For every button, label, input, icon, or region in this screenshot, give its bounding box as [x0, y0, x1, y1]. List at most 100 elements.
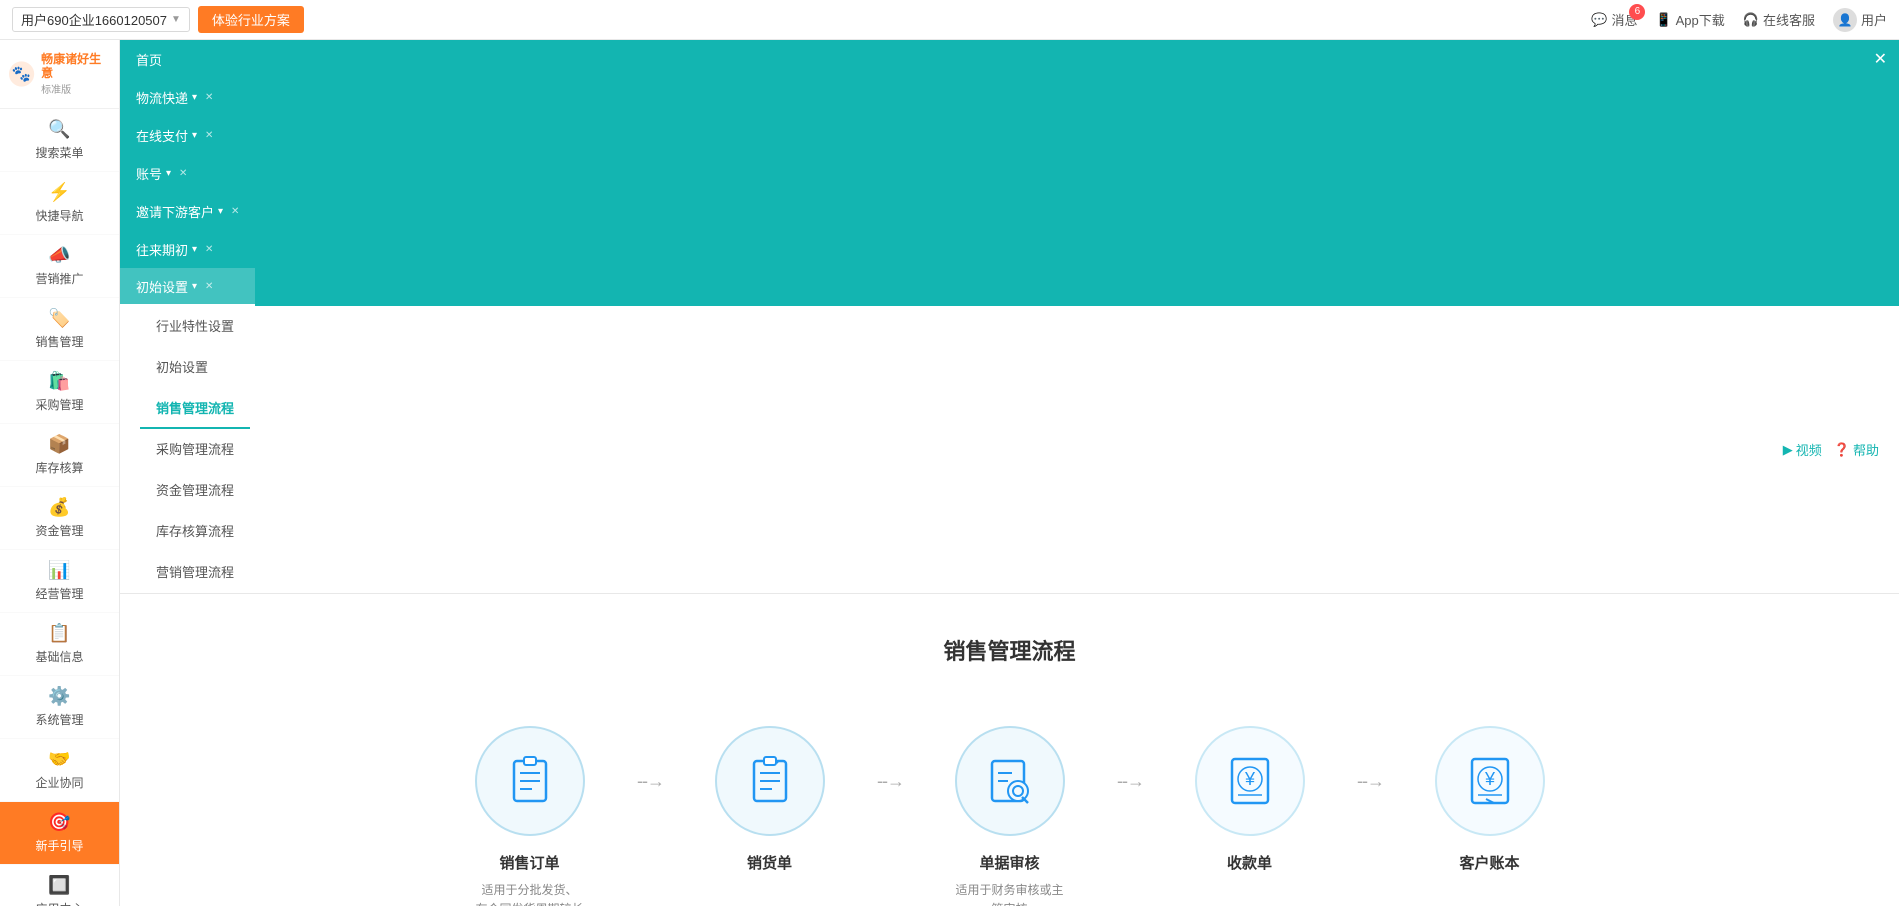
- enterprise-collab-icon: 🤝: [48, 749, 70, 770]
- video-link[interactable]: ▶ 视频: [1783, 440, 1822, 459]
- flow-circle-receipt[interactable]: ¥: [1195, 726, 1305, 836]
- nav-tab-close-initial-setup[interactable]: ✕: [205, 281, 213, 292]
- sidebar-item-label-inventory: 库存核算: [35, 459, 83, 476]
- inventory-icon: 📦: [48, 434, 70, 455]
- logo-area: 🐾 畅康诸好生意 标准版: [0, 40, 119, 109]
- sidebar-item-label-marketing-promo: 营销推广: [35, 270, 83, 287]
- sub-tab-sales-flow[interactable]: 销售管理流程: [140, 388, 250, 429]
- sub-tab-finance-flow[interactable]: 资金管理流程: [140, 470, 250, 511]
- help-link[interactable]: ❓ 帮助: [1834, 440, 1879, 459]
- sidebar-item-label-purchase-mgmt: 采购管理: [35, 396, 83, 413]
- marketing-promo-icon: 📣: [48, 245, 70, 266]
- sidebar-item-label-enterprise-collab: 企业协同: [35, 774, 83, 791]
- nav-tab-close-online-payment[interactable]: ✕: [205, 130, 213, 141]
- sidebar-item-finance-mgmt[interactable]: 💰 资金管理: [0, 487, 119, 550]
- flow-arrow-1: - - →: [860, 726, 920, 836]
- sidebar-item-purchase-mgmt[interactable]: 🛍️ 采购管理: [0, 361, 119, 424]
- question-icon: ❓: [1834, 442, 1850, 458]
- avatar: 👤: [1833, 8, 1857, 32]
- nav-tab-label-logistics: 物流快递: [136, 88, 188, 107]
- nav-tab-chevron-online-payment: ▾: [192, 130, 197, 141]
- svg-text:¥: ¥: [1243, 769, 1255, 789]
- logo-icon: 🐾: [8, 60, 35, 88]
- sub-tab-right-actions: ▶ 视频 ❓ 帮助: [1783, 440, 1879, 459]
- nav-tab-home[interactable]: 首页: [120, 40, 255, 78]
- purchase-mgmt-icon: 🛍️: [48, 371, 70, 392]
- sidebar-item-operations-mgmt[interactable]: 📊 经营管理: [0, 550, 119, 613]
- flow-step-desc-sales-order: 适用于分批发货、有合同发货周期较长（注：非必要流程）: [475, 881, 583, 906]
- user-item[interactable]: 👤 用户: [1833, 8, 1887, 32]
- nav-tab-chevron-logistics: ▾: [192, 92, 197, 103]
- sidebar-item-label-sales-mgmt: 销售管理: [35, 333, 83, 350]
- nav-tab-label-period-init: 往来期初: [136, 240, 188, 259]
- flow-circle-sales-order[interactable]: [475, 726, 585, 836]
- phone-icon: 📱: [1655, 12, 1671, 28]
- nav-tab-close-period-init[interactable]: ✕: [205, 244, 213, 255]
- new-guide-icon: 🎯: [48, 812, 70, 833]
- help-label: 帮助: [1853, 440, 1879, 459]
- sidebar-item-label-operations-mgmt: 经营管理: [35, 585, 83, 602]
- app-center-icon: 🔲: [48, 875, 70, 896]
- sub-tab-inventory-flow[interactable]: 库存核算流程: [140, 511, 250, 552]
- top-bar-left: 用户690企业1660120507 ▼ 体验行业方案: [12, 6, 304, 33]
- nav-tab-close-logistics[interactable]: ✕: [205, 92, 213, 103]
- message-badge: 6: [1629, 4, 1645, 20]
- user-selector[interactable]: 用户690企业1660120507 ▼: [12, 7, 190, 32]
- sidebar-item-label-new-guide: 新手引导: [35, 837, 83, 854]
- sidebar: 🐾 畅康诸好生意 标准版 🔍 搜索菜单 ⚡ 快捷导航 📣 营销推广 🏷️ 销售管…: [0, 40, 120, 906]
- top-bar-right: 💬 消息 6 📱 App下载 🎧 在线客服 👤 用户: [1591, 8, 1887, 32]
- sub-tab-initial-setup[interactable]: 初始设置: [140, 347, 250, 388]
- nav-tabs-list: 首页物流快递▾✕在线支付▾✕账号▾✕邀请下游客户▾✕往来期初▾✕初始设置▾✕: [120, 40, 255, 306]
- headset-icon: 🎧: [1743, 12, 1759, 28]
- close-all-tabs-button[interactable]: ✕: [1862, 40, 1899, 78]
- app-download-item[interactable]: 📱 App下载: [1655, 10, 1724, 29]
- nav-tab-label-home: 首页: [136, 50, 162, 69]
- page-title: 销售管理流程: [160, 634, 1859, 666]
- sidebar-item-system-mgmt[interactable]: ⚙️ 系统管理: [0, 676, 119, 739]
- flow-step-sales-order: 销售订单 适用于分批发货、有合同发货周期较长（注：非必要流程）: [440, 726, 620, 906]
- flow-step-label-sales-order: 销售订单: [499, 852, 559, 873]
- flow-arrow-0: - - →: [620, 726, 680, 836]
- nav-tab-online-payment[interactable]: 在线支付▾✕: [120, 116, 255, 154]
- system-mgmt-icon: ⚙️: [48, 686, 70, 707]
- message-item[interactable]: 💬 消息 6: [1591, 10, 1637, 29]
- nav-tab-label-initial-setup: 初始设置: [136, 277, 188, 296]
- nav-tab-invite-downstream[interactable]: 邀请下游客户▾✕: [120, 192, 255, 230]
- sidebar-item-marketing-promo[interactable]: 📣 营销推广: [0, 235, 119, 298]
- nav-tab-chevron-initial-setup: ▾: [192, 281, 197, 292]
- main-content: 销售管理流程 销售订单 适用于分批发货、有合同发货周期较长（注：非必要流程） -…: [120, 594, 1899, 906]
- sub-tab-industry-settings[interactable]: 行业特性设置: [140, 306, 250, 347]
- main-layout: 🐾 畅康诸好生意 标准版 🔍 搜索菜单 ⚡ 快捷导航 📣 营销推广 🏷️ 销售管…: [0, 40, 1899, 906]
- flow-circle-doc-review[interactable]: [955, 726, 1065, 836]
- sidebar-item-search[interactable]: 🔍 搜索菜单: [0, 109, 119, 172]
- trial-button[interactable]: 体验行业方案: [198, 6, 304, 33]
- sidebar-items: 🔍 搜索菜单 ⚡ 快捷导航 📣 营销推广 🏷️ 销售管理 🛍️ 采购管理 📦 库…: [0, 109, 119, 906]
- nav-tab-close-account[interactable]: ✕: [179, 168, 187, 179]
- nav-tab-period-init[interactable]: 往来期初▾✕: [120, 230, 255, 268]
- flow-circle-sales-invoice[interactable]: [715, 726, 825, 836]
- sidebar-item-label-quick-nav: 快捷导航: [35, 207, 83, 224]
- flow-step-receipt: ¥ 收款单: [1160, 726, 1340, 881]
- sidebar-item-app-center[interactable]: 🔲 应用中心: [0, 865, 119, 906]
- sidebar-item-inventory[interactable]: 📦 库存核算: [0, 424, 119, 487]
- logo-text: 畅康诸好生意: [41, 52, 111, 81]
- nav-tab-logistics[interactable]: 物流快递 ▾ ✕: [120, 78, 255, 116]
- basic-info-icon: 📋: [48, 623, 70, 644]
- sidebar-item-quick-nav[interactable]: ⚡ 快捷导航: [0, 172, 119, 235]
- sidebar-item-new-guide[interactable]: 🎯 新手引导: [0, 802, 119, 865]
- nav-tab-close-invite-downstream[interactable]: ✕: [231, 206, 239, 217]
- flow-step-desc-doc-review: 适用于财务审核或主管审核（注：非必要流程）: [955, 881, 1063, 906]
- flow-step-label-customer-ledger: 客户账本: [1459, 852, 1519, 873]
- nav-tab-account[interactable]: 账号▾✕: [120, 154, 255, 192]
- online-service-item[interactable]: 🎧 在线客服: [1743, 10, 1815, 29]
- sidebar-item-enterprise-collab[interactable]: 🤝 企业协同: [0, 739, 119, 802]
- sub-tab-purchase-flow[interactable]: 采购管理流程: [140, 429, 250, 470]
- nav-tab-chevron-account: ▾: [166, 168, 171, 179]
- operations-mgmt-icon: 📊: [48, 560, 70, 581]
- flow-arrow-2: - - →: [1100, 726, 1160, 836]
- sub-tab-marketing-flow[interactable]: 营销管理流程: [140, 552, 250, 593]
- sidebar-item-basic-info[interactable]: 📋 基础信息: [0, 613, 119, 676]
- nav-tab-initial-setup[interactable]: 初始设置 ▾ ✕: [120, 268, 255, 306]
- flow-circle-customer-ledger[interactable]: ¥: [1435, 726, 1545, 836]
- sidebar-item-sales-mgmt[interactable]: 🏷️ 销售管理: [0, 298, 119, 361]
